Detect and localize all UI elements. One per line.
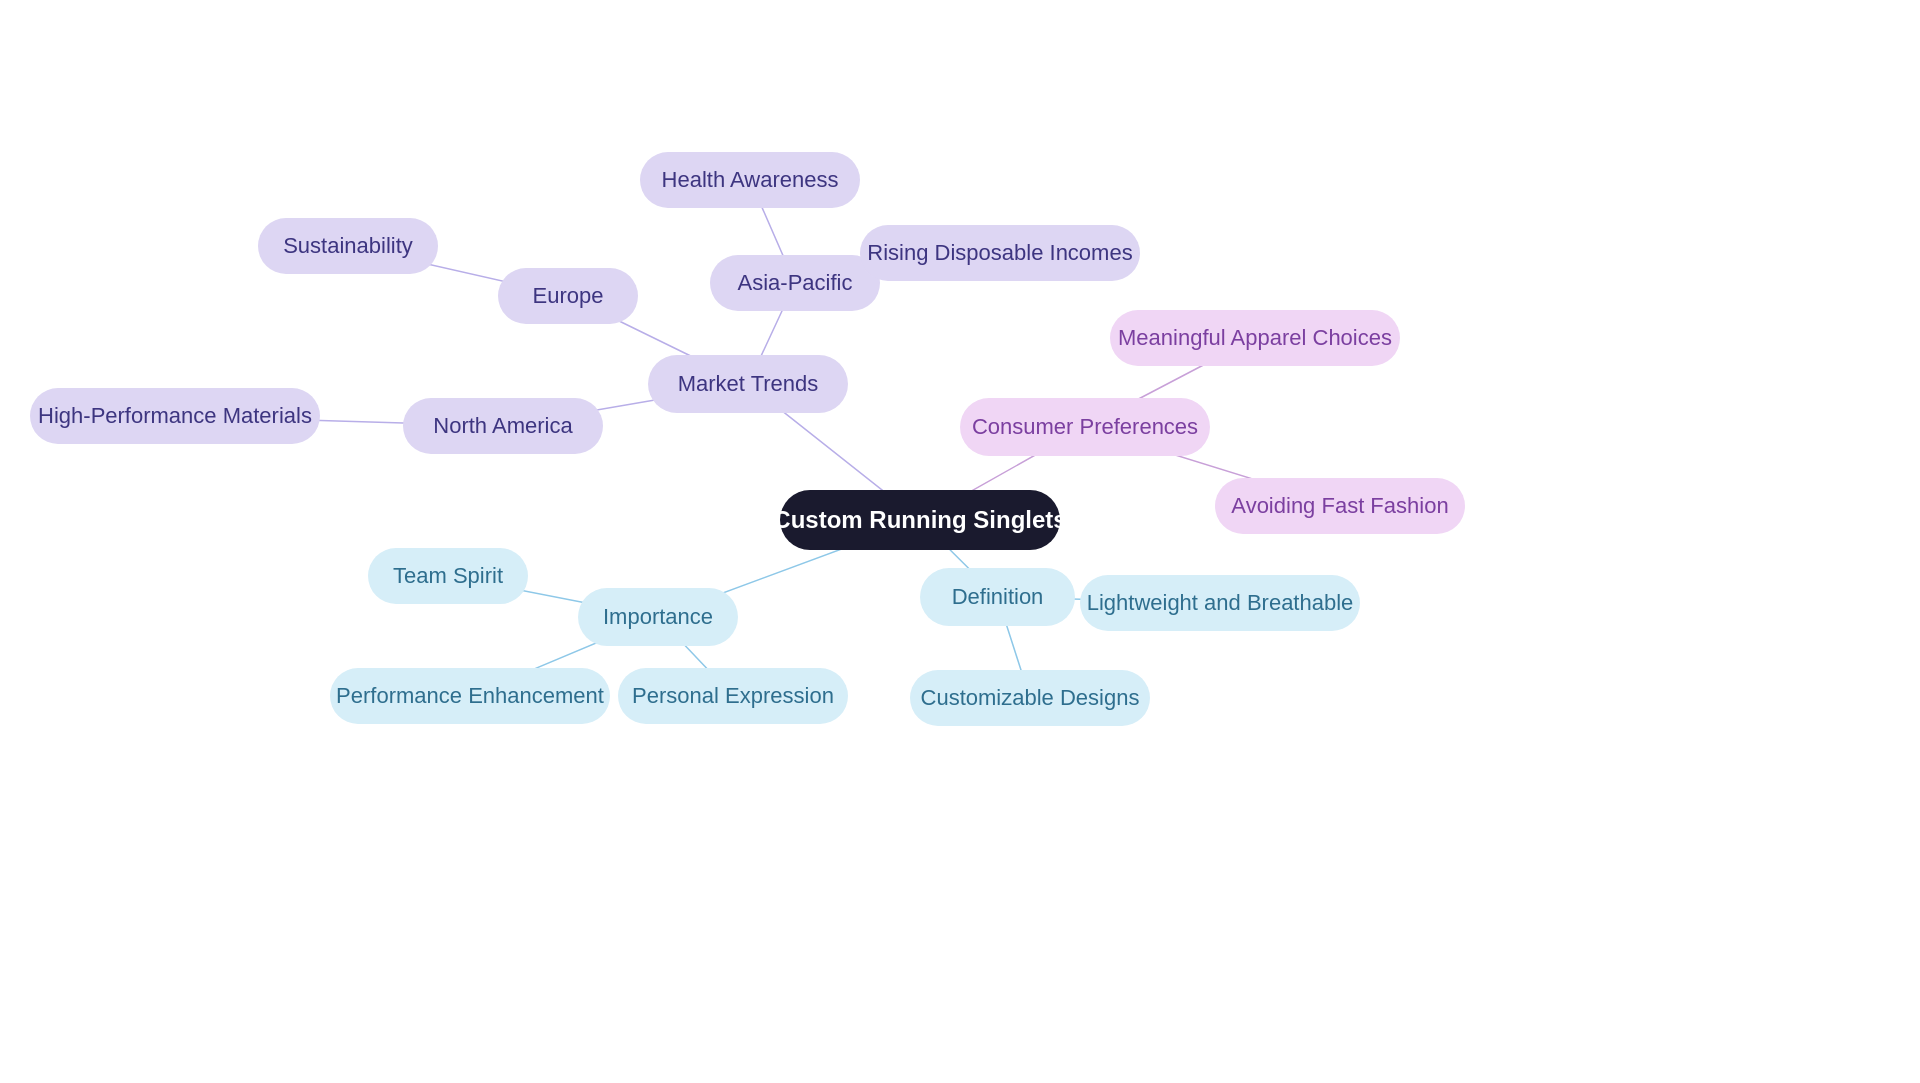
europe-label: Europe — [533, 283, 604, 309]
node-asia-pacific[interactable]: Asia-Pacific — [710, 255, 880, 311]
north-america-label: North America — [433, 413, 572, 439]
high-perf-label: High-Performance Materials — [38, 403, 312, 429]
central-label: Custom Running Singlets — [773, 506, 1066, 534]
node-consumer-pref[interactable]: Consumer Preferences — [960, 398, 1210, 456]
market-trends-label: Market Trends — [678, 371, 819, 397]
asia-pacific-label: Asia-Pacific — [738, 270, 853, 296]
node-high-perf-materials[interactable]: High-Performance Materials — [30, 388, 320, 444]
meaningful-apparel-label: Meaningful Apparel Choices — [1118, 325, 1392, 351]
node-sustainability[interactable]: Sustainability — [258, 218, 438, 274]
node-team-spirit[interactable]: Team Spirit — [368, 548, 528, 604]
team-spirit-label: Team Spirit — [393, 563, 503, 589]
rising-income-label: Rising Disposable Incomes — [867, 240, 1132, 266]
performance-enhancement-label: Performance Enhancement — [336, 683, 604, 709]
customizable-designs-label: Customizable Designs — [921, 685, 1140, 711]
consumer-pref-label: Consumer Preferences — [972, 414, 1198, 440]
health-awareness-label: Health Awareness — [662, 167, 839, 193]
node-europe[interactable]: Europe — [498, 268, 638, 324]
sustainability-label: Sustainability — [283, 233, 413, 259]
definition-label: Definition — [952, 584, 1044, 610]
node-meaningful-apparel[interactable]: Meaningful Apparel Choices — [1110, 310, 1400, 366]
central-node: Custom Running Singlets — [780, 490, 1060, 550]
node-definition[interactable]: Definition — [920, 568, 1075, 626]
node-health-awareness[interactable]: Health Awareness — [640, 152, 860, 208]
node-performance-enhancement[interactable]: Performance Enhancement — [330, 668, 610, 724]
node-lightweight-breathable[interactable]: Lightweight and Breathable — [1080, 575, 1360, 631]
node-avoiding-fast-fashion[interactable]: Avoiding Fast Fashion — [1215, 478, 1465, 534]
node-customizable-designs[interactable]: Customizable Designs — [910, 670, 1150, 726]
personal-expression-label: Personal Expression — [632, 683, 834, 709]
node-personal-expression[interactable]: Personal Expression — [618, 668, 848, 724]
node-rising-income[interactable]: Rising Disposable Incomes — [860, 225, 1140, 281]
avoiding-fast-fashion-label: Avoiding Fast Fashion — [1231, 493, 1448, 519]
lightweight-breathable-label: Lightweight and Breathable — [1087, 590, 1354, 616]
importance-label: Importance — [603, 604, 713, 630]
node-market-trends[interactable]: Market Trends — [648, 355, 848, 413]
mindmap-container: Custom Running Singlets Market Trends As… — [0, 0, 1920, 1083]
node-importance[interactable]: Importance — [578, 588, 738, 646]
node-north-america[interactable]: North America — [403, 398, 603, 454]
